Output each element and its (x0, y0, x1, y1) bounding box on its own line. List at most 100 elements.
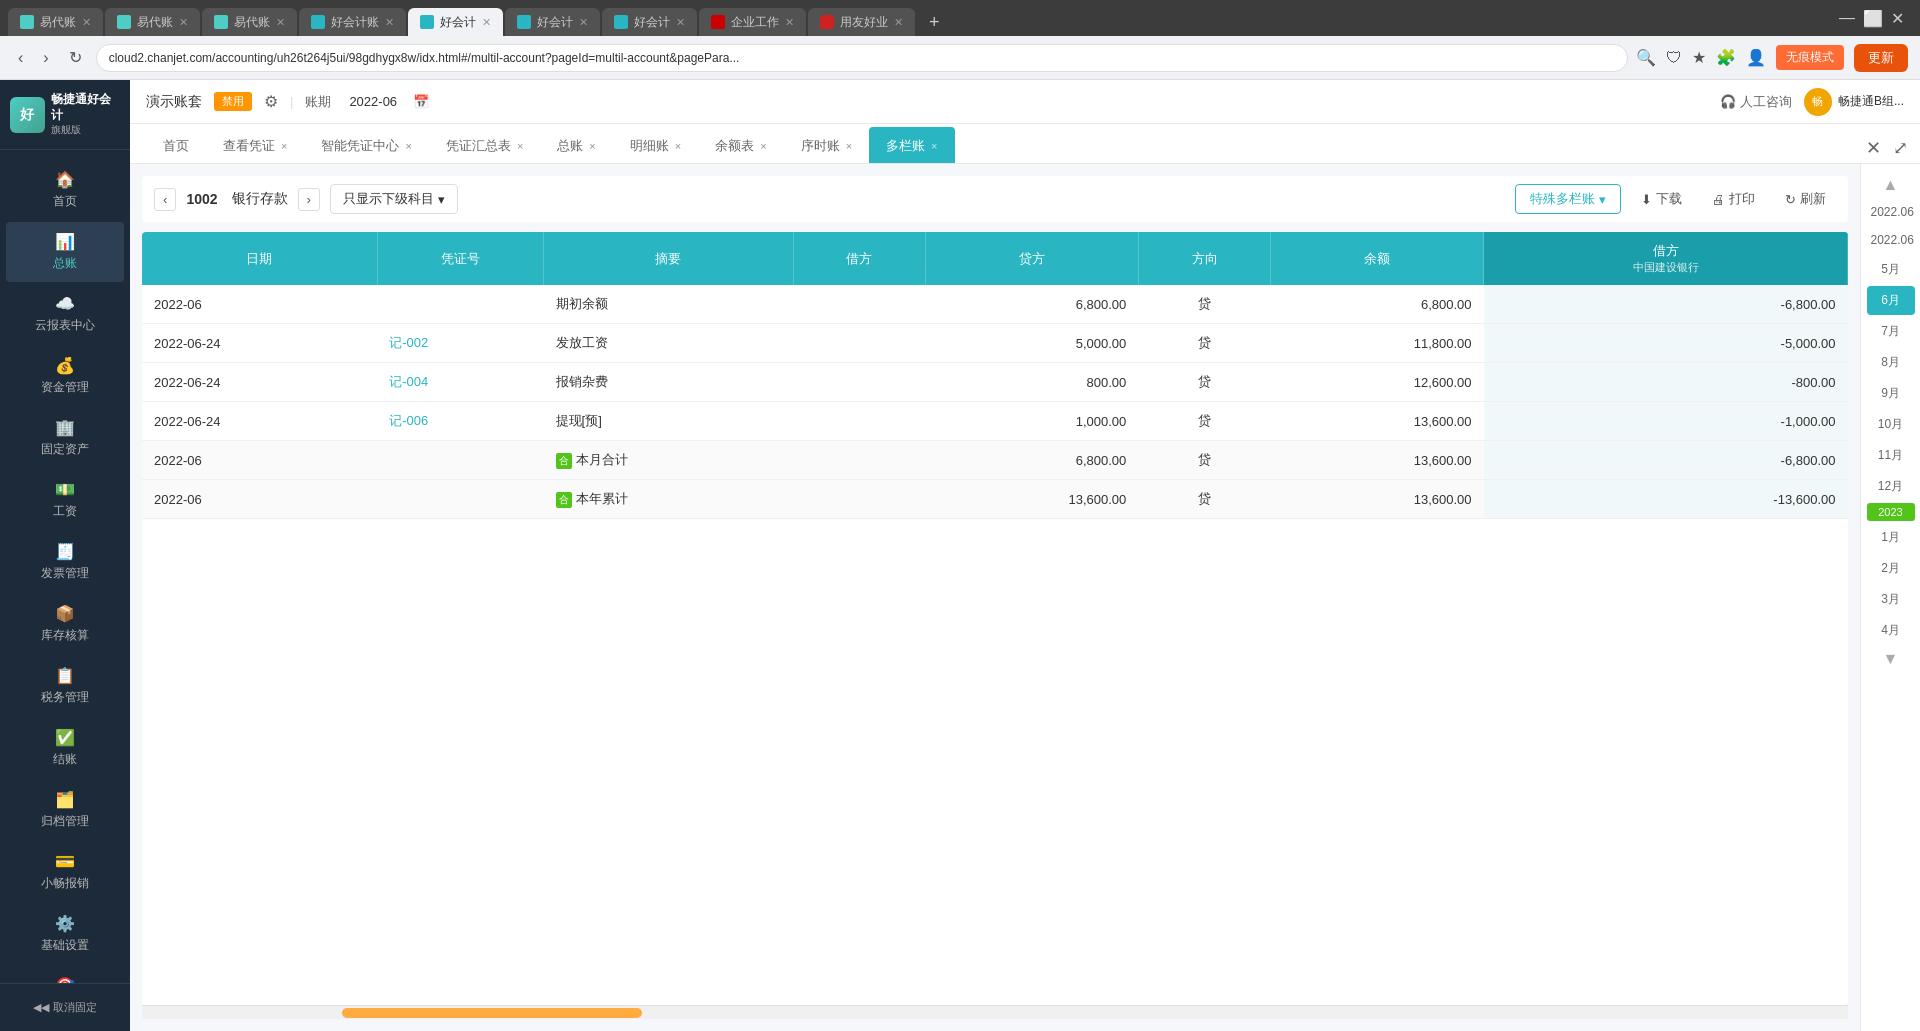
profile-icon[interactable]: 👤 (1746, 48, 1766, 67)
sidebar-item-cloud[interactable]: ☁️ 云报表中心 (6, 284, 124, 344)
tab-balance-sheet[interactable]: 余额表 × (698, 127, 783, 163)
sidebar-item-finance[interactable]: 💰 资金管理 (6, 346, 124, 406)
back-btn[interactable]: ‹ (12, 45, 29, 71)
refresh-btn[interactable]: ↻ 刷新 (1775, 185, 1836, 213)
download-btn[interactable]: ⬇ 下载 (1631, 185, 1692, 213)
tab-close-9[interactable]: ✕ (894, 16, 903, 29)
browser-tab-7[interactable]: 好会计 ✕ (602, 8, 697, 36)
sidebar-item-ledger[interactable]: 📊 总账 (6, 222, 124, 282)
tab-general-ledger[interactable]: 总账 × (540, 127, 612, 163)
browser-tab-2[interactable]: 易代账 ✕ (105, 8, 200, 36)
tab-journal[interactable]: 序时账 × (784, 127, 869, 163)
date-nav-2023-3[interactable]: 3月 (1867, 585, 1915, 614)
date-nav-2023-2[interactable]: 2月 (1867, 554, 1915, 583)
date-nav-10[interactable]: 10月 (1867, 410, 1915, 439)
tab-voucher[interactable]: 查看凭证 × (206, 127, 304, 163)
tab-close-voucher[interactable]: × (281, 140, 287, 152)
date-nav-12[interactable]: 12月 (1867, 472, 1915, 501)
date-nav-5[interactable]: 5月 (1867, 255, 1915, 284)
browser-tab-4[interactable]: 好会计账 ✕ (299, 8, 406, 36)
tab-close-5[interactable]: ✕ (482, 16, 491, 29)
tab-close-balance[interactable]: × (760, 140, 766, 152)
date-nav-8[interactable]: 8月 (1867, 348, 1915, 377)
browser-tab-1[interactable]: 易代账 ✕ (8, 8, 103, 36)
cell-extra: -6,800.00 (1484, 285, 1848, 324)
new-tab-btn[interactable]: + (917, 8, 952, 36)
date-nav-7[interactable]: 7月 (1867, 317, 1915, 346)
tab-close-multi[interactable]: × (931, 140, 937, 152)
prev-account-btn[interactable]: ‹ (154, 188, 176, 211)
sidebar-item-expense[interactable]: 💳 小畅报销 (6, 842, 124, 902)
consult-btn[interactable]: 🎧 人工咨询 (1720, 93, 1792, 111)
tab-close-smart[interactable]: × (405, 140, 411, 152)
tab-close-summary[interactable]: × (517, 140, 523, 152)
calendar-icon[interactable]: 📅 (413, 94, 429, 109)
date-nav-9[interactable]: 9月 (1867, 379, 1915, 408)
tab-close-journal[interactable]: × (846, 140, 852, 152)
expand-panel-btn[interactable]: ⤢ (1889, 133, 1912, 163)
refresh-browser-btn[interactable]: ↻ (63, 44, 88, 71)
bottom-scrollbar[interactable] (142, 1005, 1848, 1019)
print-btn[interactable]: 🖨 打印 (1702, 185, 1765, 213)
voucher-link[interactable]: 记-006 (389, 413, 428, 428)
close-panel-btn[interactable]: ✕ (1862, 133, 1885, 163)
sidebar-item-payroll[interactable]: 💵 工资 (6, 470, 124, 530)
tab-close-7[interactable]: ✕ (676, 16, 685, 29)
date-nav-11[interactable]: 11月 (1867, 441, 1915, 470)
browser-tab-6[interactable]: 好会计 ✕ (505, 8, 600, 36)
sidebar-item-archive[interactable]: 🗂️ 归档管理 (6, 780, 124, 840)
browser-tab-9[interactable]: 用友好业 ✕ (808, 8, 915, 36)
date-nav-up[interactable]: ▲ (1879, 172, 1903, 198)
settings-gear-icon[interactable]: ⚙ (264, 92, 278, 111)
date-nav-2023-4[interactable]: 4月 (1867, 616, 1915, 645)
sidebar-item-assets[interactable]: 🏢 固定资产 (6, 408, 124, 468)
tab-detailed-ledger[interactable]: 明细账 × (613, 127, 698, 163)
next-account-btn[interactable]: › (298, 188, 320, 211)
voucher-link[interactable]: 记-002 (389, 335, 428, 350)
show-sub-btn[interactable]: 只显示下级科目 ▾ (330, 184, 458, 214)
sidebar-item-invoice[interactable]: 🧾 发票管理 (6, 532, 124, 592)
incognito-btn[interactable]: 无痕模式 (1776, 45, 1844, 70)
date-nav-down[interactable]: ▼ (1879, 646, 1903, 672)
sidebar-item-close-period[interactable]: ✅ 结账 (6, 718, 124, 778)
sidebar-item-guide[interactable]: 🎯 新手引导 (6, 966, 124, 983)
tab-close-4[interactable]: ✕ (385, 16, 394, 29)
extensions-icon[interactable]: 🧩 (1716, 48, 1736, 67)
star-icon[interactable]: ★ (1692, 48, 1706, 67)
address-input[interactable] (96, 44, 1628, 72)
tab-voucher-summary[interactable]: 凭证汇总表 × (429, 127, 540, 163)
sidebar-item-tax[interactable]: 📋 税务管理 (6, 656, 124, 716)
tab-close-2[interactable]: ✕ (179, 16, 188, 29)
browser-tab-8[interactable]: 企业工作 ✕ (699, 8, 806, 36)
voucher-link[interactable]: 记-004 (389, 374, 428, 389)
tab-close-8[interactable]: ✕ (785, 16, 794, 29)
maximize-btn[interactable]: ⬜ (1863, 9, 1883, 28)
forward-btn[interactable]: › (37, 45, 54, 71)
date-nav-6[interactable]: 6月 (1867, 286, 1915, 315)
close-browser-btn[interactable]: ✕ (1891, 9, 1904, 28)
sidebar-item-home[interactable]: 🏠 首页 (6, 160, 124, 220)
shield-icon[interactable]: 🛡 (1666, 49, 1682, 67)
search-icon[interactable]: 🔍 (1636, 48, 1656, 67)
sidebar-item-settings[interactable]: ⚙️ 基础设置 (6, 904, 124, 964)
tab-close-1[interactable]: ✕ (82, 16, 91, 29)
date-nav-2022-06-top[interactable]: 2022.06 (1867, 199, 1915, 225)
unpin-btn[interactable]: ◀◀ 取消固定 (0, 992, 130, 1023)
update-btn[interactable]: 更新 (1854, 44, 1908, 72)
minimize-btn[interactable]: — (1839, 9, 1855, 27)
tab-home[interactable]: 首页 (146, 127, 206, 163)
date-nav-2022-06-bot[interactable]: 2022.06 (1867, 227, 1915, 253)
tab-close-6[interactable]: ✕ (579, 16, 588, 29)
tab-multi-column[interactable]: 多栏账 × (869, 127, 954, 163)
browser-tab-5[interactable]: 好会计 ✕ (408, 8, 503, 36)
date-nav-2023-1[interactable]: 1月 (1867, 523, 1915, 552)
tab-close-detailed[interactable]: × (675, 140, 681, 152)
browser-tab-3[interactable]: 易代账 ✕ (202, 8, 297, 36)
tab-close-general[interactable]: × (589, 140, 595, 152)
cell-credit: 5,000.00 (926, 324, 1139, 363)
scroll-thumb[interactable] (342, 1008, 642, 1018)
special-multi-col-btn[interactable]: 特殊多栏账 ▾ (1515, 184, 1621, 214)
tab-smart-voucher[interactable]: 智能凭证中心 × (304, 127, 428, 163)
sidebar-item-inventory[interactable]: 📦 库存核算 (6, 594, 124, 654)
tab-close-3[interactable]: ✕ (276, 16, 285, 29)
